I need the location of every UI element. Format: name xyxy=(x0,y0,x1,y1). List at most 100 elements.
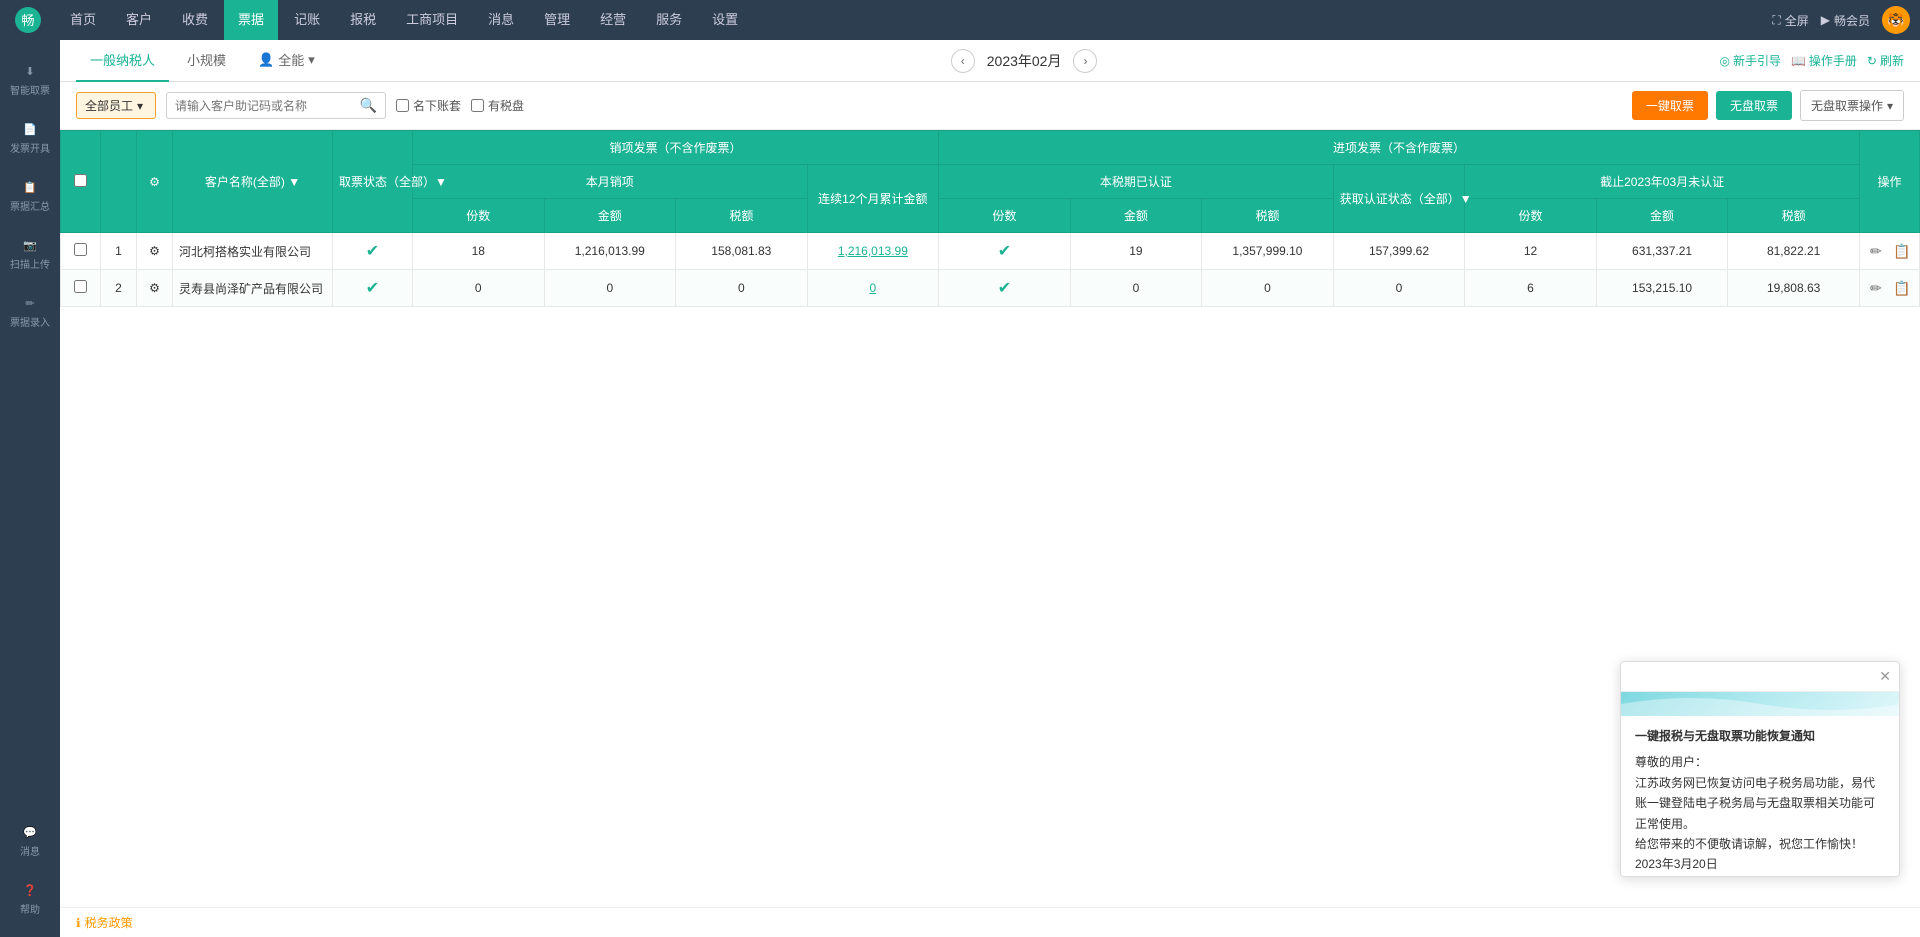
nav-item-消息[interactable]: 消息 xyxy=(474,0,528,40)
search-button[interactable]: 🔍 xyxy=(360,97,377,114)
wupan-qupiao-button[interactable]: 无盘取票 xyxy=(1716,91,1792,120)
sidebar-label: 扫描上传 xyxy=(10,260,50,272)
td-status-1: ✔ xyxy=(333,270,413,307)
td-tax3-1: 19,808.63 xyxy=(1728,270,1860,307)
youshuipan-checkbox-label[interactable]: 有税盘 xyxy=(471,97,524,114)
nav-item-服务[interactable]: 服务 xyxy=(642,0,696,40)
nav-item-记账[interactable]: 记账 xyxy=(280,0,334,40)
td-pcs2-0: 19 xyxy=(1070,233,1202,270)
tab-small-scale[interactable]: 小规模 xyxy=(173,40,240,82)
th-tax2: 税额 xyxy=(1202,199,1334,233)
sidebar-item-扫描上传[interactable]: 📷 扫描上传 xyxy=(0,224,60,282)
th-company: 客户名称(全部) ▼ xyxy=(173,131,333,233)
notification-popup: ✕ 一键报税与无盘取票功能恢复通知 尊敬的用户：江苏政务网已恢复访问电子税务局功… xyxy=(1620,661,1900,877)
th-pcs2: 份数 xyxy=(939,199,1071,233)
th-yirenzheng: 本税期已认证 xyxy=(939,165,1334,199)
yijian-qupiao-button[interactable]: 一键取票 xyxy=(1632,91,1708,120)
status-check-icon-0: ✔ xyxy=(366,243,379,260)
th-pcs3: 份数 xyxy=(1465,199,1597,233)
nav-item-客户[interactable]: 客户 xyxy=(112,0,166,40)
sidebar-icon: 📷 xyxy=(19,234,41,256)
sidebar-item-票据录入[interactable]: ✏票据录入 xyxy=(0,282,60,340)
tab-general-taxpayer[interactable]: 一般纳税人 xyxy=(76,40,169,82)
row-checkbox-1[interactable] xyxy=(74,280,87,293)
top-nav: 畅 首页客户收费票据记账报税工商项目消息管理经营服务设置 ⛶ 全屏 ▶ 畅会员 … xyxy=(0,0,1920,40)
nav-item-经营[interactable]: 经营 xyxy=(586,0,640,40)
sidebar-label: 发票开具 xyxy=(10,144,50,156)
sidebar-label: 消息 xyxy=(20,847,40,859)
member-icon: ▶ xyxy=(1821,13,1830,27)
th-pcs1: 份数 xyxy=(413,199,545,233)
tab-small-scale-label: 小规模 xyxy=(187,50,226,69)
nav-item-首页[interactable]: 首页 xyxy=(56,0,110,40)
nav-item-设置[interactable]: 设置 xyxy=(698,0,752,40)
sidebar-item-智能取票[interactable]: ⬇ 智能取票 xyxy=(0,50,60,108)
nav-item-报税[interactable]: 报税 xyxy=(336,0,390,40)
notification-lines: 尊敬的用户：江苏政务网已恢复访问电子税务局功能，易代账一键登陆电子税务局与无盘取… xyxy=(1635,752,1885,874)
user-avatar[interactable]: 🐯 xyxy=(1882,6,1910,34)
svg-text:畅: 畅 xyxy=(21,13,34,28)
th-status: 取票状态（全部）▼ xyxy=(333,131,413,233)
cert-check-icon-0: ✔ xyxy=(998,243,1011,260)
tab-bar-right: ◎ 新手引导 📖 操作手册 ↻ 刷新 xyxy=(1719,52,1904,69)
tab-all-chevron-icon: ▾ xyxy=(308,52,315,68)
refresh-button[interactable]: ↻ 刷新 xyxy=(1867,52,1904,69)
nav-item-工商项目[interactable]: 工商项目 xyxy=(392,0,472,40)
left-sidebar: ⬇ 智能取票 📄发票开具📋票据汇总 📷 扫描上传 ✏票据录入 💬消息❓帮助 xyxy=(0,40,60,937)
td-pcs3-1: 6 xyxy=(1465,270,1597,307)
tab-all[interactable]: 👤 全能 ▾ xyxy=(244,40,329,82)
edit-icon-1[interactable]: ✏ xyxy=(1866,278,1886,298)
th-certstat: 获取认证状态（全部）▼ xyxy=(1333,165,1465,233)
manual-icon: 📖 xyxy=(1791,54,1806,68)
td-num-1: 2 xyxy=(101,270,137,307)
view-icon-0[interactable]: 📋 xyxy=(1889,241,1914,261)
th-group-jinxiang: 进项发票（不含作废票） xyxy=(939,131,1860,165)
policy-link[interactable]: 税务政策 xyxy=(85,914,133,931)
sidebar-bottom-item-消息[interactable]: 💬消息 xyxy=(0,811,60,869)
edit-icon-0[interactable]: ✏ xyxy=(1866,241,1886,261)
sidebar-item-发票开具[interactable]: 📄发票开具 xyxy=(0,108,60,166)
sidebar-label: 智能取票 xyxy=(10,86,50,98)
month-prev-button[interactable]: ‹ xyxy=(951,49,975,73)
td-num-0: 1 xyxy=(101,233,137,270)
view-icon-1[interactable]: 📋 xyxy=(1889,278,1914,298)
month-next-button[interactable]: › xyxy=(1073,49,1097,73)
th-settings: ⚙ xyxy=(137,131,173,233)
zhanghao-checkbox-label[interactable]: 名下账套 xyxy=(396,97,461,114)
notification-close-button[interactable]: ✕ xyxy=(1879,668,1891,685)
td-amount1-0: 1,216,013.99 xyxy=(544,233,676,270)
wupan-ops-chevron: ▾ xyxy=(1887,99,1893,113)
sidebar-icon: ⬇ xyxy=(19,60,41,82)
month-display: 2023年02月 xyxy=(987,51,1062,71)
td-amount3-1: 153,215.10 xyxy=(1596,270,1728,307)
wupan-ops-label: 无盘取票操作 xyxy=(1811,97,1883,114)
sidebar-label: 票据汇总 xyxy=(10,202,50,214)
select-all-checkbox[interactable] xyxy=(74,174,87,187)
nav-item-管理[interactable]: 管理 xyxy=(530,0,584,40)
youshuipan-checkbox[interactable] xyxy=(471,99,484,112)
row-checkbox-0[interactable] xyxy=(74,243,87,256)
th-weireznheng: 截止2023年03月未认证 xyxy=(1465,165,1860,199)
sidebar-bottom-item-帮助[interactable]: ❓帮助 xyxy=(0,869,60,927)
th-num xyxy=(101,131,137,233)
wupan-ops-button[interactable]: 无盘取票操作 ▾ xyxy=(1800,90,1904,121)
zhanghao-checkbox[interactable] xyxy=(396,99,409,112)
nav-item-收费[interactable]: 收费 xyxy=(168,0,222,40)
sidebar-item-票据汇总[interactable]: 📋票据汇总 xyxy=(0,166,60,224)
fullscreen-button[interactable]: ⛶ 全屏 xyxy=(1772,12,1808,29)
employee-select[interactable]: 全部员工 ▾ xyxy=(76,92,156,119)
nav-item-票据[interactable]: 票据 xyxy=(224,0,278,40)
td-cum-1[interactable]: 0 xyxy=(807,270,939,307)
status-check-icon-1: ✔ xyxy=(366,280,379,297)
bottom-bar: ℹ 税务政策 xyxy=(60,907,1920,937)
new-guide-label: 新手引导 xyxy=(1733,52,1781,69)
member-button[interactable]: ▶ 畅会员 xyxy=(1821,12,1870,29)
td-amount2-0: 1,357,999.10 xyxy=(1202,233,1334,270)
search-input[interactable] xyxy=(175,99,360,113)
new-guide-icon: ◎ xyxy=(1719,54,1729,68)
td-cum-0[interactable]: 1,216,013.99 xyxy=(807,233,939,270)
new-guide-button[interactable]: ◎ 新手引导 xyxy=(1719,52,1781,69)
manual-button[interactable]: 📖 操作手册 xyxy=(1791,52,1857,69)
cert-check-icon-1: ✔ xyxy=(998,280,1011,297)
sidebar-label: 票据录入 xyxy=(10,318,50,330)
